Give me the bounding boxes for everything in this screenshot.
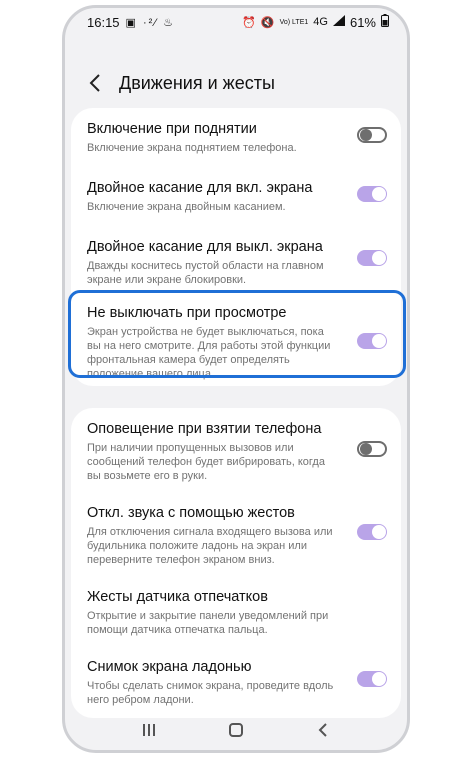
toggle-smart-stay[interactable] [357, 333, 387, 349]
setting-mute-gestures[interactable]: Откл. звука с помощью жестов Для отключе… [87, 504, 391, 567]
setting-description: Включение экрана поднятием телефона. [87, 142, 297, 154]
alarm-icon: ⏰ [242, 16, 256, 29]
signal-type: 4G [313, 16, 328, 28]
mute-icon: 🔇 [260, 16, 275, 29]
battery-percent: 61% [349, 14, 376, 30]
navigation-bar [65, 710, 407, 750]
notification-icons: ▣ ·²⁄ ♨ [125, 16, 176, 29]
status-bar: 16:15 ▣ ·²⁄ ♨ ⏰ 🔇 Vo) LTE1 4G 61% [65, 8, 407, 36]
setting-double-tap-off[interactable]: Двойное касание для выкл. экрана Дважды … [87, 238, 391, 287]
settings-group-2: Оповещение при взятии телефона При налич… [71, 408, 401, 718]
toggle-mute-gestures[interactable] [357, 524, 387, 540]
setting-label: Оповещение при взятии телефона [87, 421, 322, 437]
toggle-palm-swipe[interactable] [357, 671, 387, 687]
setting-label: Снимок экрана ладонью [87, 659, 252, 675]
toggle-double-tap-on[interactable] [357, 186, 387, 202]
setting-smart-stay[interactable]: Не выключать при просмотре Экран устройс… [87, 304, 391, 381]
setting-finger-sensor-gestures[interactable]: Жесты датчика отпечатков Открытие и закр… [87, 588, 391, 637]
status-time: 16:15 [87, 14, 120, 30]
status-right: ⏰ 🔇 Vo) LTE1 4G 61% [242, 14, 389, 30]
toggle-lift-to-wake[interactable] [357, 127, 387, 143]
setting-label: Откл. звука с помощью жестов [87, 505, 295, 521]
setting-description: Включение экрана двойным касанием. [87, 201, 286, 213]
back-button[interactable] [75, 63, 115, 103]
setting-lift-to-wake[interactable]: Включение при поднятии Включение экрана … [87, 120, 391, 155]
back-nav-icon [318, 723, 328, 737]
back-nav-button[interactable] [303, 715, 343, 745]
recent-apps-button[interactable] [129, 715, 169, 745]
network-type: Vo) LTE1 [279, 18, 309, 26]
back-arrow-icon [89, 74, 100, 92]
recent-apps-icon [142, 724, 155, 736]
setting-description: Дважды коснитесь пустой области на главн… [87, 260, 324, 286]
home-button[interactable] [216, 715, 256, 745]
setting-description: При наличии пропущенных вызовов или сооб… [87, 442, 325, 482]
home-icon [228, 723, 243, 737]
setting-label: Двойное касание для вкл. экрана [87, 180, 313, 196]
setting-description: Чтобы сделать снимок экрана, проведите в… [87, 680, 334, 706]
setting-double-tap-on[interactable]: Двойное касание для вкл. экрана Включени… [87, 179, 391, 214]
setting-palm-swipe[interactable]: Снимок экрана ладонью Чтобы сделать сним… [87, 658, 391, 707]
setting-label: Включение при поднятии [87, 121, 257, 137]
page-title: Движения и жесты [119, 72, 275, 93]
page-header: Движения и жесты [65, 63, 407, 103]
setting-label: Двойное касание для выкл. экрана [87, 239, 323, 255]
setting-smart-alert[interactable]: Оповещение при взятии телефона При налич… [87, 420, 391, 483]
setting-description: Для отключения сигнала входящего вызова … [87, 526, 333, 566]
settings-group-1: Включение при поднятии Включение экрана … [71, 108, 401, 386]
toggle-double-tap-off[interactable] [357, 250, 387, 266]
setting-label: Жесты датчика отпечатков [87, 589, 268, 605]
toggle-smart-alert[interactable] [357, 441, 387, 457]
setting-label: Не выключать при просмотре [87, 305, 287, 321]
phone-frame: 16:15 ▣ ·²⁄ ♨ ⏰ 🔇 Vo) LTE1 4G 61% Движен… [62, 5, 410, 753]
signal-icon [332, 15, 345, 29]
setting-description: Открытие и закрытие панели уведомлений п… [87, 610, 329, 636]
setting-description: Экран устройства не будет выключаться, п… [87, 326, 331, 380]
battery-icon [381, 14, 389, 30]
